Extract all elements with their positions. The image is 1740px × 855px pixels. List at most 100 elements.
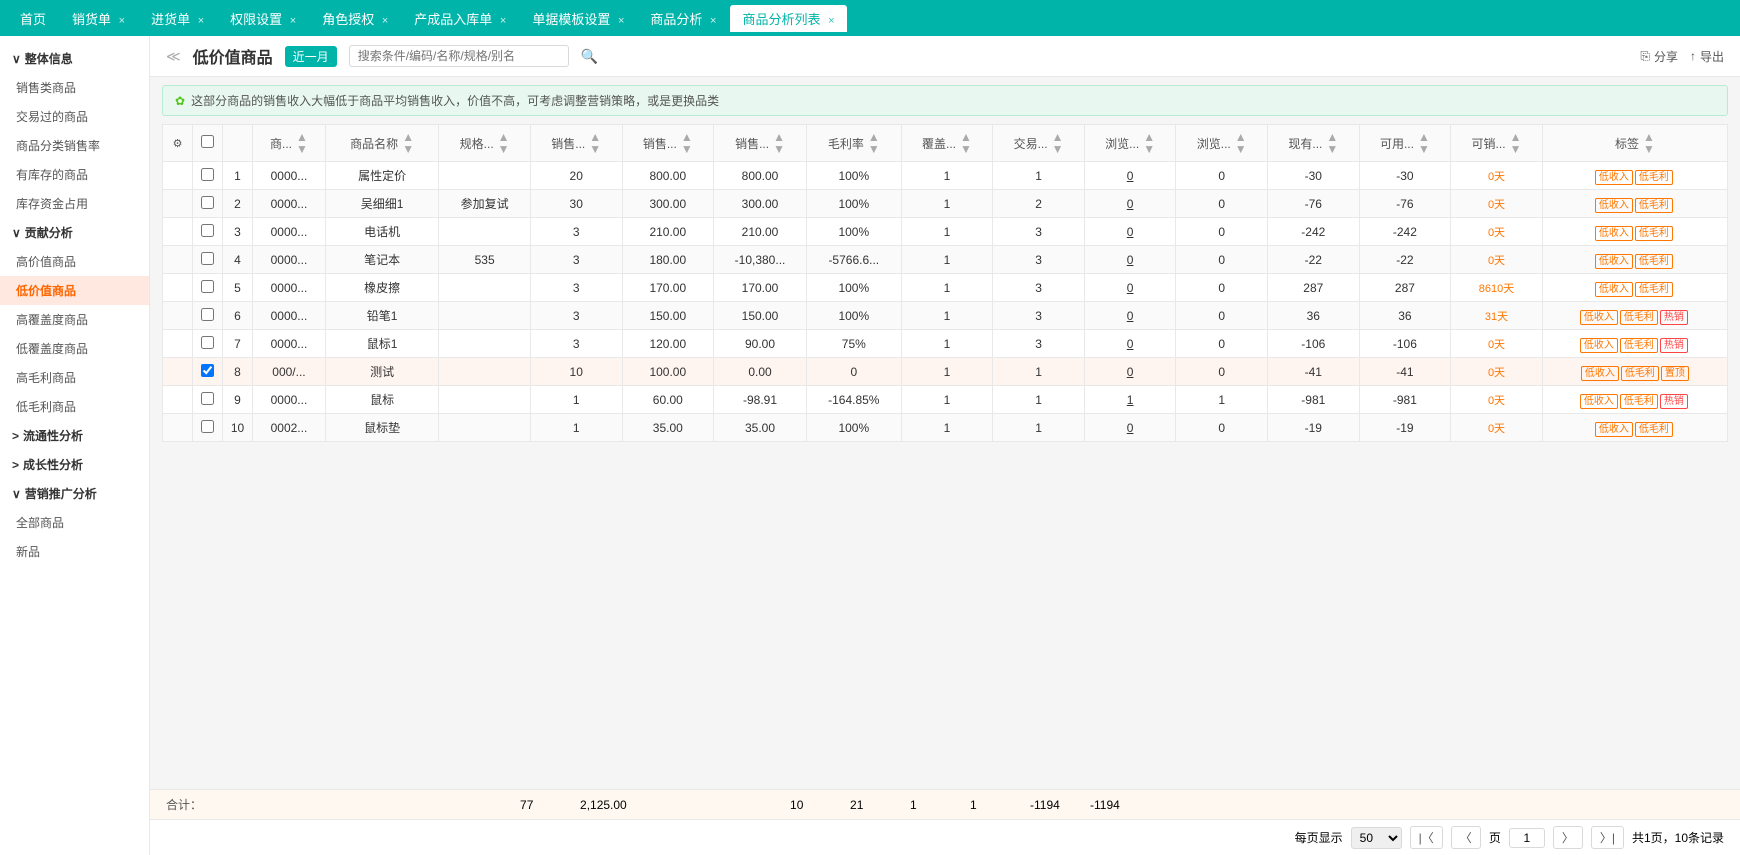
th-available[interactable]: 可用... ▲▼ — [1359, 125, 1451, 162]
views1-link[interactable]: 1 — [1127, 393, 1134, 407]
cell-check[interactable] — [193, 274, 223, 302]
th-sales-qty[interactable]: 销售... ▲▼ — [530, 125, 622, 162]
cell-check[interactable] — [193, 386, 223, 414]
th-check[interactable] — [193, 125, 223, 162]
close-icon[interactable]: × — [710, 15, 716, 27]
cell-views1[interactable]: 0 — [1084, 414, 1176, 442]
sidebar-item-stock-funds[interactable]: 库存资金占用 — [0, 189, 149, 218]
select-all-checkbox[interactable] — [201, 135, 214, 148]
row-checkbox[interactable] — [201, 392, 214, 405]
cell-views1[interactable]: 0 — [1084, 218, 1176, 246]
th-settings[interactable]: ⚙ — [163, 125, 193, 162]
nav-home[interactable]: 首页 — [8, 5, 58, 32]
cell-views1[interactable]: 0 — [1084, 162, 1176, 190]
sidebar-item-low-value[interactable]: 低价值商品 — [0, 276, 149, 305]
row-checkbox[interactable] — [201, 168, 214, 181]
sidebar-item-stock-products[interactable]: 有库存的商品 — [0, 160, 149, 189]
th-current-stock[interactable]: 现有... ▲▼ — [1268, 125, 1360, 162]
cell-views1[interactable]: 0 — [1084, 302, 1176, 330]
close-icon[interactable]: × — [198, 15, 204, 27]
collapse-sidebar-btn[interactable]: ≪ — [166, 48, 181, 65]
sidebar-item-traded-products[interactable]: 交易过的商品 — [0, 102, 149, 131]
views1-link[interactable]: 0 — [1127, 281, 1134, 295]
row-checkbox[interactable] — [201, 224, 214, 237]
close-icon[interactable]: × — [382, 15, 388, 27]
th-saleable[interactable]: 可销... ▲▼ — [1451, 125, 1543, 162]
views1-link[interactable]: 0 — [1127, 225, 1134, 239]
sidebar-item-high-value[interactable]: 高价值商品 — [0, 247, 149, 276]
sidebar-group-circulation[interactable]: > 流通性分析 — [0, 421, 149, 450]
cell-check[interactable] — [193, 246, 223, 274]
sidebar-item-sales-products[interactable]: 销售类商品 — [0, 73, 149, 102]
views1-link[interactable]: 0 — [1127, 421, 1134, 435]
next-page-btn[interactable]: 〉 — [1553, 826, 1583, 849]
views1-link[interactable]: 0 — [1127, 169, 1134, 183]
nav-product-analysis[interactable]: 商品分析 × — [638, 5, 728, 32]
time-tag-btn[interactable]: 近一月 — [285, 46, 337, 67]
nav-product-stock[interactable]: 产成品入库单 × — [402, 5, 518, 32]
nav-purchase[interactable]: 进货单 × — [139, 5, 216, 32]
nav-roles[interactable]: 角色授权 × — [310, 5, 400, 32]
row-checkbox[interactable] — [201, 364, 214, 377]
views1-link[interactable]: 0 — [1127, 337, 1134, 351]
cell-check[interactable] — [193, 218, 223, 246]
th-gross-margin[interactable]: 毛利率 ▲▼ — [806, 125, 901, 162]
search-icon[interactable]: 🔍 — [581, 48, 598, 65]
views1-link[interactable]: 0 — [1127, 309, 1134, 323]
last-page-btn[interactable]: 〉| — [1591, 826, 1624, 849]
sidebar-item-category-sales-rate[interactable]: 商品分类销售率 — [0, 131, 149, 160]
cell-check[interactable] — [193, 302, 223, 330]
close-icon[interactable]: × — [119, 15, 125, 27]
cell-check[interactable] — [193, 190, 223, 218]
cell-views1[interactable]: 0 — [1084, 190, 1176, 218]
sidebar-item-high-margin[interactable]: 高毛利商品 — [0, 363, 149, 392]
th-tags[interactable]: 标签 ▲▼ — [1542, 125, 1727, 162]
close-icon[interactable]: × — [618, 15, 624, 27]
views1-link[interactable]: 0 — [1127, 365, 1134, 379]
th-views2[interactable]: 浏览... ▲▼ — [1176, 125, 1268, 162]
cell-views1[interactable]: 0 — [1084, 246, 1176, 274]
nav-permissions[interactable]: 权限设置 × — [218, 5, 308, 32]
close-icon[interactable]: × — [828, 15, 834, 27]
nav-product-analysis-list[interactable]: 商品分析列表 × — [730, 5, 846, 32]
page-size-select[interactable]: 50 100 200 — [1351, 827, 1402, 849]
cell-views1[interactable]: 0 — [1084, 330, 1176, 358]
row-checkbox[interactable] — [201, 308, 214, 321]
row-checkbox[interactable] — [201, 196, 214, 209]
row-checkbox[interactable] — [201, 280, 214, 293]
share-btn[interactable]: ⎘ 分享 — [1640, 48, 1678, 65]
cell-check[interactable] — [193, 414, 223, 442]
sidebar-item-high-coverage[interactable]: 高覆盖度商品 — [0, 305, 149, 334]
export-btn[interactable]: ↑ 导出 — [1690, 48, 1724, 65]
search-input[interactable] — [349, 45, 569, 67]
prev-page-btn[interactable]: 〈 — [1451, 826, 1481, 849]
th-code[interactable]: 商... ▲▼ — [253, 125, 326, 162]
cell-check[interactable] — [193, 358, 223, 386]
th-views1[interactable]: 浏览... ▲▼ — [1084, 125, 1176, 162]
close-icon[interactable]: × — [290, 15, 296, 27]
th-sales-price[interactable]: 销售... ▲▼ — [622, 125, 714, 162]
sidebar-group-growth[interactable]: > 成长性分析 — [0, 450, 149, 479]
cell-views1[interactable]: 0 — [1084, 274, 1176, 302]
th-transactions[interactable]: 交易... ▲▼ — [993, 125, 1085, 162]
sidebar-item-all-products[interactable]: 全部商品 — [0, 508, 149, 537]
row-checkbox[interactable] — [201, 252, 214, 265]
th-spec[interactable]: 规格... ▲▼ — [439, 125, 531, 162]
cell-views1[interactable]: 0 — [1084, 358, 1176, 386]
sidebar-item-low-margin[interactable]: 低毛利商品 — [0, 392, 149, 421]
first-page-btn[interactable]: |〈 — [1410, 826, 1443, 849]
views1-link[interactable]: 0 — [1127, 197, 1134, 211]
cell-check[interactable] — [193, 330, 223, 358]
close-icon[interactable]: × — [500, 15, 506, 27]
table-container[interactable]: ⚙ 商... ▲▼ 商品名称 ▲▼ 规格... ▲▼ 销售... ▲▼ 销售..… — [162, 124, 1728, 789]
sidebar-item-new-products[interactable]: 新品 — [0, 537, 149, 566]
cell-check[interactable] — [193, 162, 223, 190]
th-sales-amount[interactable]: 销售... ▲▼ — [714, 125, 807, 162]
views1-link[interactable]: 0 — [1127, 253, 1134, 267]
th-name[interactable]: 商品名称 ▲▼ — [325, 125, 438, 162]
nav-template[interactable]: 单据模板设置 × — [520, 5, 636, 32]
sidebar-item-low-coverage[interactable]: 低覆盖度商品 — [0, 334, 149, 363]
nav-sales[interactable]: 销货单 × — [60, 5, 137, 32]
row-checkbox[interactable] — [201, 336, 214, 349]
row-checkbox[interactable] — [201, 420, 214, 433]
